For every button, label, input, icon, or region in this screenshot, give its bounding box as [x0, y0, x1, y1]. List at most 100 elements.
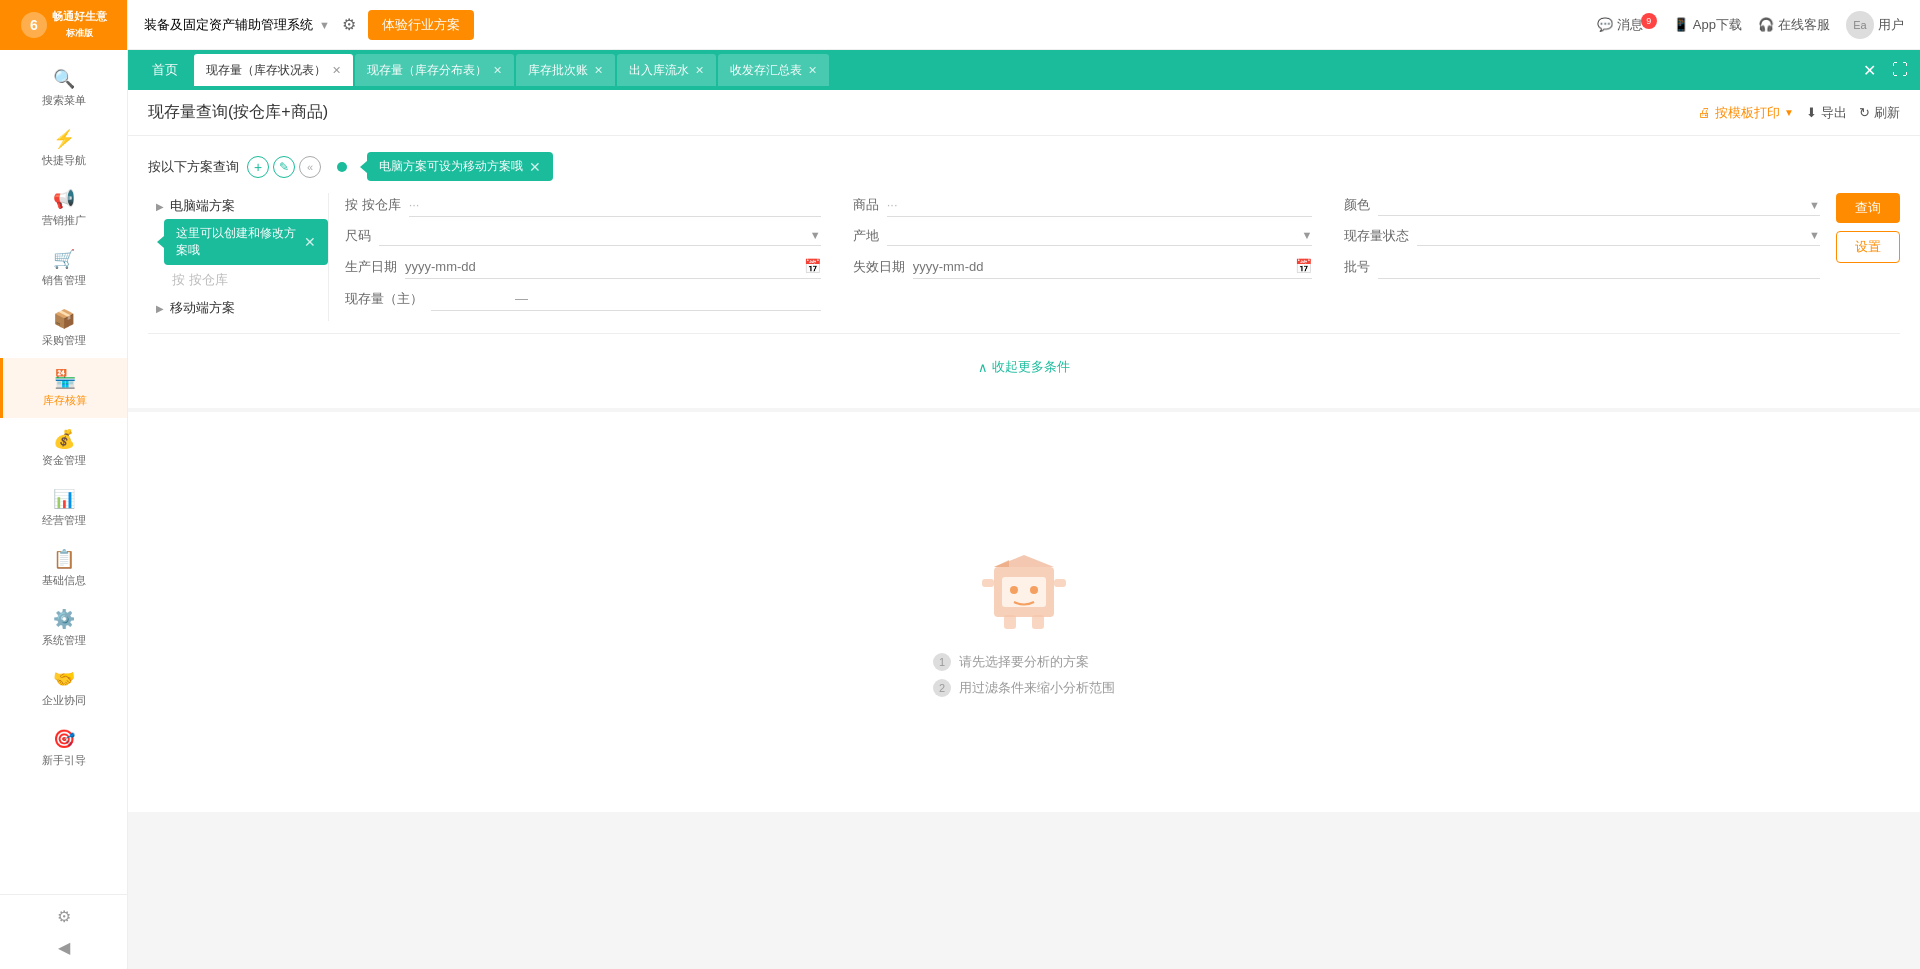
- tooltip-close-icon[interactable]: ✕: [529, 159, 541, 175]
- sidebar-item-marketing[interactable]: 📢 营销推广: [0, 178, 127, 238]
- tooltip-text2: 这里可以创建和修改方案哦: [176, 225, 298, 259]
- origin-dropdown-icon: ▼: [1301, 229, 1312, 241]
- filter-field-color: 颜色 ▼: [1328, 195, 1820, 216]
- app-name: 畅通好生意: [52, 9, 107, 24]
- filter-fields: 按 按仓库 ··· 商品 ··· 颜色: [328, 193, 1820, 321]
- export-label: 导出: [1821, 104, 1847, 122]
- empty-tips: 1 请先选择要分析的方案 2 用过滤条件来缩小分析范围: [933, 653, 1115, 697]
- online-service-button[interactable]: 🎧 在线客服: [1758, 16, 1830, 34]
- color-label: 颜色: [1344, 196, 1370, 214]
- tab-close-icon[interactable]: ✕: [695, 64, 704, 77]
- notice-button[interactable]: 💬 消息 9: [1597, 16, 1657, 34]
- tab-home[interactable]: 首页: [136, 50, 194, 90]
- product-select[interactable]: ···: [887, 193, 1313, 217]
- scheme-collapse-icon: ▶: [156, 201, 164, 212]
- service-icon: 🎧: [1758, 17, 1774, 32]
- inventory-icon: 🏪: [54, 368, 76, 390]
- industry-solution-button[interactable]: 体验行业方案: [368, 10, 474, 40]
- stock-range-dash: —: [515, 291, 528, 306]
- svg-point-4: [1010, 586, 1018, 594]
- tab-label: 收发存汇总表: [730, 62, 802, 79]
- sidebar-item-label: 经营管理: [42, 513, 86, 528]
- print-button[interactable]: 🖨 按模板打印 ▼: [1698, 104, 1794, 122]
- scheme-desktop-item[interactable]: ▶ 电脑端方案: [148, 193, 328, 219]
- notice-badge: 9: [1641, 13, 1657, 29]
- export-button[interactable]: ⬇ 导出: [1806, 104, 1847, 122]
- tab-batch[interactable]: 库存批次账 ✕: [516, 54, 615, 86]
- sidebar-item-nav[interactable]: ⚡ 快捷导航: [0, 118, 127, 178]
- expire-date-label: 失效日期: [853, 258, 905, 276]
- svg-rect-3: [1002, 577, 1046, 607]
- sidebar-item-base-info[interactable]: 📋 基础信息: [0, 538, 127, 598]
- scheme-mobile-collapse-icon: ▶: [156, 303, 164, 314]
- filter-field-stock-main: 现存量（主） —: [345, 287, 837, 311]
- size-select[interactable]: ▼: [379, 225, 821, 246]
- warehouse-select[interactable]: ···: [409, 193, 821, 217]
- system-icon: ⚙️: [53, 608, 75, 630]
- batch-input[interactable]: [1378, 259, 1820, 274]
- sidebar-item-operations[interactable]: 📊 经营管理: [0, 478, 127, 538]
- produce-date-calendar-icon[interactable]: 📅: [804, 258, 821, 274]
- tab-close-icon[interactable]: ✕: [493, 64, 502, 77]
- scheme-back-button[interactable]: «: [299, 156, 321, 178]
- scheme-mobile-item[interactable]: ▶ 移动端方案: [148, 295, 328, 321]
- sidebar-item-sales[interactable]: 🛒 销售管理: [0, 238, 127, 298]
- tab-fullscreen-icon[interactable]: ⛶: [1888, 57, 1912, 83]
- main: 装备及固定资产辅助管理系统 ▼ ⚙ 体验行业方案 💬 消息 9 📱 App下载 …: [128, 0, 1920, 969]
- guide-icon: 🎯: [53, 728, 75, 750]
- edit-scheme-button[interactable]: ✎: [273, 156, 295, 178]
- service-label: 在线客服: [1778, 16, 1830, 34]
- tab-close-icon[interactable]: ✕: [332, 64, 341, 77]
- settings-icon[interactable]: ⚙: [342, 15, 356, 34]
- sidebar-item-purchase[interactable]: 📦 采购管理: [0, 298, 127, 358]
- filter-label: 按以下方案查询: [148, 158, 239, 176]
- produce-date-input[interactable]: [405, 259, 800, 274]
- tooltip2-close-icon[interactable]: ✕: [304, 234, 316, 250]
- scheme-mobile-label: 移动端方案: [170, 299, 235, 317]
- expire-date-calendar-icon[interactable]: 📅: [1295, 258, 1312, 274]
- filter-row-2: 尺码 ▼ 产地 ▼: [345, 225, 1820, 246]
- stock-status-select[interactable]: ▼: [1417, 225, 1820, 246]
- filter-scheme-actions: + ✎ «: [247, 156, 321, 178]
- sidebar-item-label: 新手引导: [42, 753, 86, 768]
- expire-date-input[interactable]: [913, 259, 1292, 274]
- tab-inout-flow[interactable]: 出入库流水 ✕: [617, 54, 716, 86]
- tab-close-all-icon[interactable]: ✕: [1859, 57, 1880, 84]
- app-tag: 标准版: [52, 27, 107, 41]
- sidebar-item-search[interactable]: 🔍 搜索菜单: [0, 58, 127, 118]
- sidebar-item-finance[interactable]: 💰 资金管理: [0, 418, 127, 478]
- reset-button[interactable]: 设置: [1836, 231, 1900, 263]
- topbar-left: 装备及固定资产辅助管理系统 ▼ ⚙ 体验行业方案: [144, 10, 474, 40]
- sidebar-item-collab[interactable]: 🤝 企业协同: [0, 658, 127, 718]
- system-selector[interactable]: 装备及固定资产辅助管理系统 ▼: [144, 16, 330, 34]
- sidebar-collapse-icon[interactable]: ◀: [58, 938, 70, 957]
- tab-summary[interactable]: 收发存汇总表 ✕: [718, 54, 829, 86]
- origin-select[interactable]: ▼: [887, 225, 1313, 246]
- produce-date-label: 生产日期: [345, 258, 397, 276]
- app-download-button[interactable]: 📱 App下载: [1673, 16, 1742, 34]
- add-scheme-button[interactable]: +: [247, 156, 269, 178]
- query-button[interactable]: 查询: [1836, 193, 1900, 223]
- topbar-right: 💬 消息 9 📱 App下载 🎧 在线客服 Ea 用户: [1597, 11, 1904, 39]
- color-select[interactable]: ▼: [1378, 195, 1820, 216]
- sidebar-item-guide[interactable]: 🎯 新手引导: [0, 718, 127, 778]
- sidebar-item-inventory[interactable]: 🏪 库存核算: [0, 358, 127, 418]
- sidebar-settings-icon[interactable]: ⚙: [57, 907, 71, 926]
- tab-close-icon[interactable]: ✕: [808, 64, 817, 77]
- page-actions: 🖨 按模板打印 ▼ ⬇ 导出 ↻ 刷新: [1698, 104, 1900, 122]
- collapse-area: ∧ 收起更多条件: [148, 333, 1900, 392]
- sidebar-item-system[interactable]: ⚙️ 系统管理: [0, 598, 127, 658]
- scheme-sub-item1[interactable]: 按 按仓库: [172, 269, 328, 291]
- svg-text:6: 6: [30, 17, 38, 33]
- collapse-button[interactable]: ∧ 收起更多条件: [148, 350, 1900, 384]
- empty-state-area: 1 请先选择要分析的方案 2 用过滤条件来缩小分析范围: [128, 412, 1920, 812]
- tab-inventory-dist[interactable]: 现存量（库存分布表） ✕: [355, 54, 514, 86]
- refresh-button[interactable]: ↻ 刷新: [1859, 104, 1900, 122]
- empty-illustration: [964, 527, 1084, 637]
- tab-label: 现存量（库存分布表）: [367, 62, 487, 79]
- tab-close-icon[interactable]: ✕: [594, 64, 603, 77]
- tab-inventory-status[interactable]: 现存量（库存状况表） ✕: [194, 54, 353, 86]
- marketing-icon: 📢: [53, 188, 75, 210]
- stock-range-from[interactable]: [431, 291, 511, 306]
- user-menu[interactable]: Ea 用户: [1846, 11, 1904, 39]
